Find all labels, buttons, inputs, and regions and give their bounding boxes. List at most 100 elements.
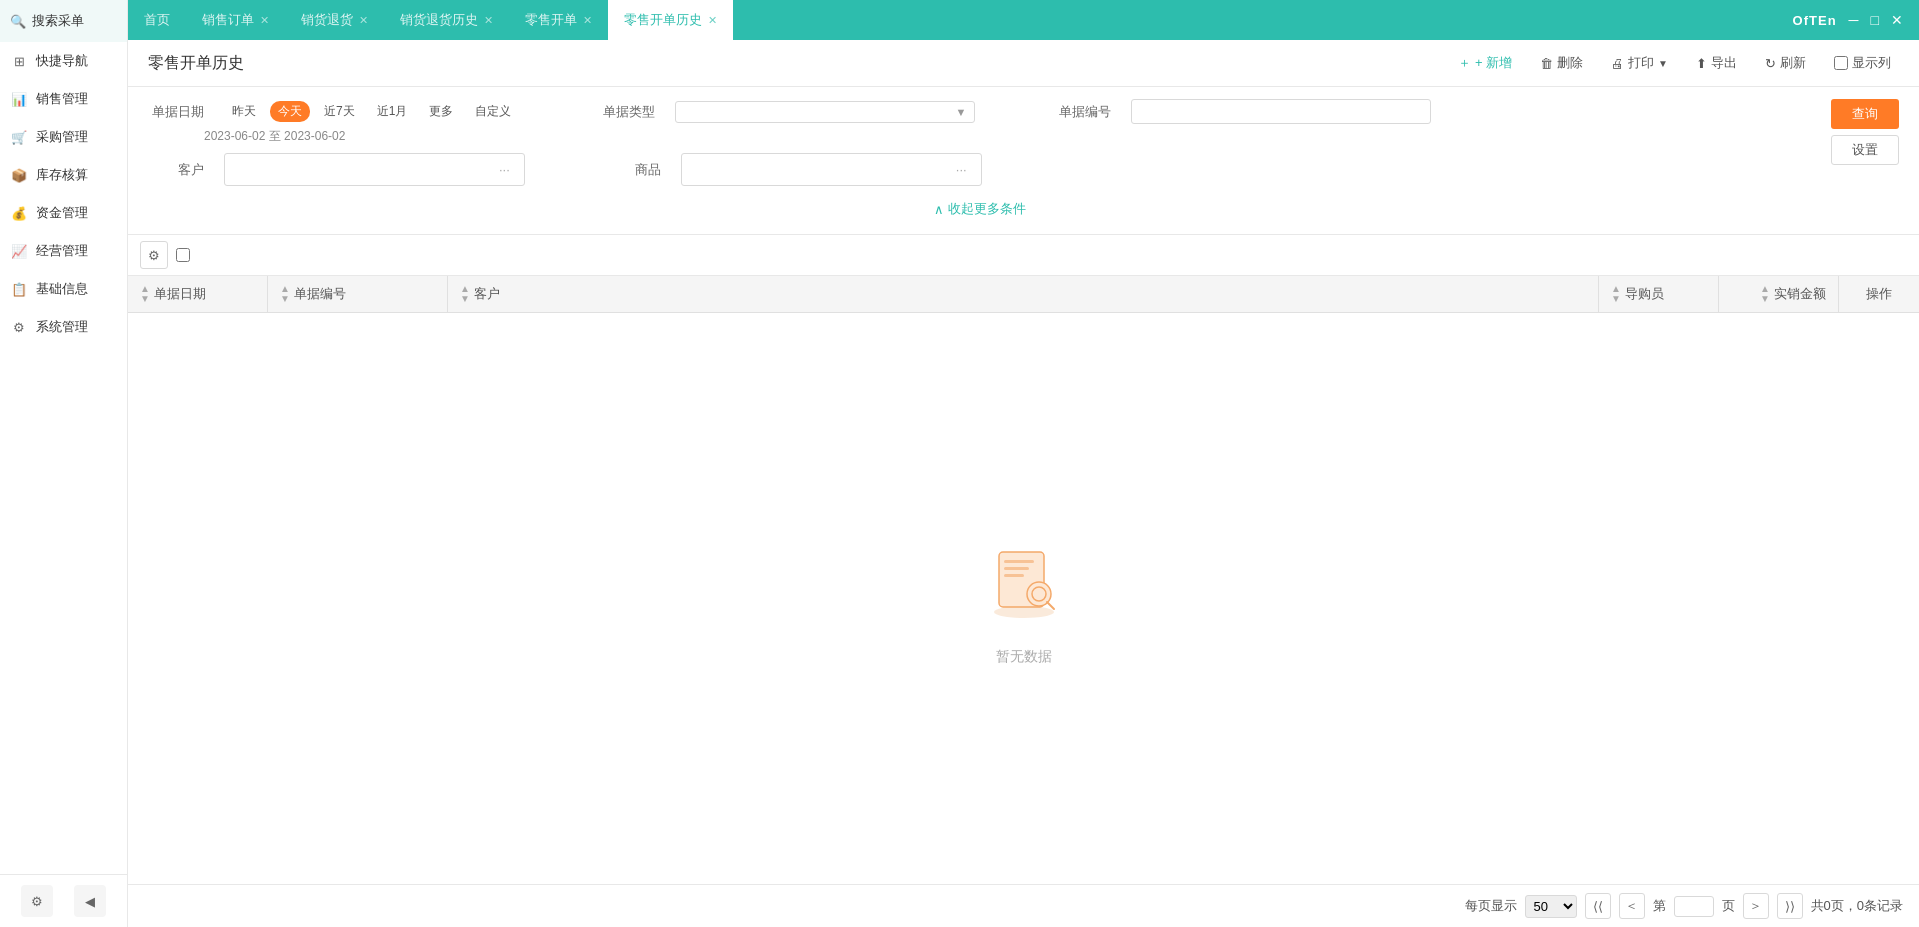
tab-close-sales-return[interactable]: ✕ [359, 14, 368, 27]
sidebar-item-quick-nav[interactable]: ⊞快捷导航 [0, 42, 127, 80]
sidebar-item-purchase-mgmt[interactable]: 🛒采购管理 [0, 118, 127, 156]
empty-text: 暂无数据 [996, 648, 1052, 666]
tab-close-retail-open[interactable]: ✕ [583, 14, 592, 27]
sidebar-icon-quick-nav: ⊞ [10, 52, 28, 70]
tab-close-sales-order[interactable]: ✕ [260, 14, 269, 27]
collapse-btn[interactable]: ∧ 收起更多条件 [148, 196, 1811, 222]
delete-icon: 🗑 [1540, 56, 1553, 71]
tab-close-retail-history[interactable]: ✕ [708, 14, 717, 27]
filter-row-1: 单据日期 昨天 今天 近7天 近1月 更多 自定义 单据类型 ▼ 单据编号 [148, 99, 1811, 124]
tab-retail-history[interactable]: 零售开单历史✕ [608, 0, 733, 40]
page-title: 零售开单历史 [148, 53, 244, 74]
th-action: 操作 [1839, 277, 1919, 311]
per-page-label: 每页显示 [1465, 897, 1517, 915]
filter-settings-button[interactable]: 设置 [1831, 135, 1899, 165]
sidebar-search-label: 搜索采单 [32, 12, 84, 30]
export-button[interactable]: ⬆ 导出 [1688, 50, 1745, 76]
date-opt-1month[interactable]: 近1月 [369, 101, 416, 122]
goods-input[interactable] [690, 158, 950, 181]
total-text: 共0页，0条记录 [1811, 897, 1903, 915]
display-cols-checkbox[interactable] [1834, 56, 1848, 70]
sidebar-icon-purchase-mgmt: 🛒 [10, 128, 28, 146]
main-content: 首页销售订单✕销货退货✕销货退货历史✕零售开单✕零售开单历史✕ OfTEn ─ … [128, 0, 1919, 927]
svg-rect-4 [1004, 574, 1024, 577]
date-opt-7days[interactable]: 近7天 [316, 101, 363, 122]
tab-retail-open[interactable]: 零售开单✕ [509, 0, 608, 40]
sidebar-collapse-btn[interactable]: ◀ [74, 885, 106, 917]
th-sort-amount-icon: ▲▼ [1760, 284, 1770, 304]
sidebar-icon-operations-mgmt: 📈 [10, 242, 28, 260]
doc-type-select[interactable]: ▼ [675, 101, 975, 123]
sidebar-icon-stock-calc: 📦 [10, 166, 28, 184]
customer-dots[interactable]: ··· [493, 160, 516, 179]
tab-sales-order[interactable]: 销售订单✕ [186, 0, 285, 40]
per-page-select[interactable]: 50 100 200 [1525, 895, 1577, 918]
th-customer[interactable]: ▲▼ 客户 [448, 276, 1599, 312]
goods-dots[interactable]: ··· [950, 160, 973, 179]
doc-type-label: 单据类型 [599, 103, 655, 121]
doc-number-label: 单据编号 [1055, 103, 1111, 121]
sidebar-item-operations-mgmt[interactable]: 📈经营管理 [0, 232, 127, 270]
sidebar-item-sales-mgmt[interactable]: 📊销售管理 [0, 80, 127, 118]
prev-page-btn[interactable]: ＜ [1619, 893, 1645, 919]
sidebar-icon-system-mgmt: ⚙ [10, 318, 28, 336]
date-opt-custom[interactable]: 自定义 [467, 101, 519, 122]
svg-line-7 [1047, 602, 1054, 609]
date-opt-today[interactable]: 今天 [270, 101, 310, 122]
toolbar: ＋ + 新增 🗑 删除 🖨 打印 ▼ ⬆ 导出 ↻ 刷新 显示 [1450, 50, 1899, 76]
filter-row-2: 客户 ··· 商品 ··· [148, 153, 1811, 186]
tab-bar-right: OfTEn ─ □ ✕ [1793, 12, 1919, 28]
tab-home[interactable]: 首页 [128, 0, 186, 40]
sidebar-item-system-mgmt[interactable]: ⚙系统管理 [0, 308, 127, 346]
svg-point-0 [994, 606, 1054, 618]
th-number[interactable]: ▲▼ 单据编号 [268, 276, 448, 312]
refresh-button[interactable]: ↻ 刷新 [1757, 50, 1814, 76]
sidebar-icon-sales-mgmt: 📊 [10, 90, 28, 108]
print-button[interactable]: 🖨 打印 ▼ [1603, 50, 1676, 76]
page-label: 第 [1653, 897, 1666, 915]
minimize-btn[interactable]: ─ [1849, 12, 1859, 28]
next-page-btn[interactable]: ＞ [1743, 893, 1769, 919]
th-date[interactable]: ▲▼ 单据日期 [128, 276, 268, 312]
column-settings-btn[interactable]: ⚙ [140, 241, 168, 269]
sidebar-settings-btn[interactable]: ⚙ [21, 885, 53, 917]
doc-number-input[interactable] [1131, 99, 1431, 124]
last-page-btn[interactable]: ⟩⟩ [1777, 893, 1803, 919]
close-btn[interactable]: ✕ [1891, 12, 1903, 28]
date-options: 昨天 今天 近7天 近1月 更多 自定义 [224, 101, 519, 122]
date-opt-more[interactable]: 更多 [421, 101, 461, 122]
empty-illustration [974, 532, 1074, 632]
query-button[interactable]: 查询 [1831, 99, 1899, 129]
sidebar-search[interactable]: 🔍 搜索采单 [0, 0, 127, 42]
sidebar-item-finance-mgmt[interactable]: 💰资金管理 [0, 194, 127, 232]
customer-label: 客户 [148, 161, 204, 179]
export-icon: ⬆ [1696, 56, 1707, 71]
th-guide[interactable]: ▲▼ 导购员 [1599, 276, 1719, 312]
tab-sales-return[interactable]: 销货退货✕ [285, 0, 384, 40]
add-button[interactable]: ＋ + 新增 [1450, 50, 1520, 76]
display-cols-toggle[interactable]: 显示列 [1826, 50, 1899, 76]
date-opt-yesterday[interactable]: 昨天 [224, 101, 264, 122]
customer-input[interactable] [233, 158, 493, 181]
tab-close-sales-return-history[interactable]: ✕ [484, 14, 493, 27]
page-number-input[interactable]: 1 [1674, 896, 1714, 917]
table-area: ⚙ ▲▼ 单据日期 ▲▼ 单据编号 ▲▼ 客户 ▲▼ 导购员 ▲▼ [128, 235, 1919, 927]
maximize-btn[interactable]: □ [1871, 12, 1879, 28]
th-amount[interactable]: ▲▼ 实销金额 [1719, 276, 1839, 312]
sidebar-item-basic-info[interactable]: 📋基础信息 [0, 270, 127, 308]
sidebar-item-stock-calc[interactable]: 📦库存核算 [0, 156, 127, 194]
tab-sales-return-history[interactable]: 销货退货历史✕ [384, 0, 509, 40]
delete-button[interactable]: 🗑 删除 [1532, 50, 1591, 76]
goods-label: 商品 [605, 161, 661, 179]
settings-icon: ⚙ [31, 894, 43, 909]
first-page-btn[interactable]: ⟨⟨ [1585, 893, 1611, 919]
add-icon: ＋ [1458, 54, 1471, 72]
table-toolbar: ⚙ [128, 235, 1919, 276]
page-suffix: 页 [1722, 897, 1735, 915]
doc-type-arrow-icon: ▼ [955, 106, 966, 118]
th-sort-guide-icon: ▲▼ [1611, 284, 1621, 304]
th-sort-customer-icon: ▲▼ [460, 284, 470, 304]
table-header: ▲▼ 单据日期 ▲▼ 单据编号 ▲▼ 客户 ▲▼ 导购员 ▲▼ 实销金额 操作 [128, 276, 1919, 313]
sidebar-icon-basic-info: 📋 [10, 280, 28, 298]
select-all-checkbox[interactable] [176, 248, 190, 262]
